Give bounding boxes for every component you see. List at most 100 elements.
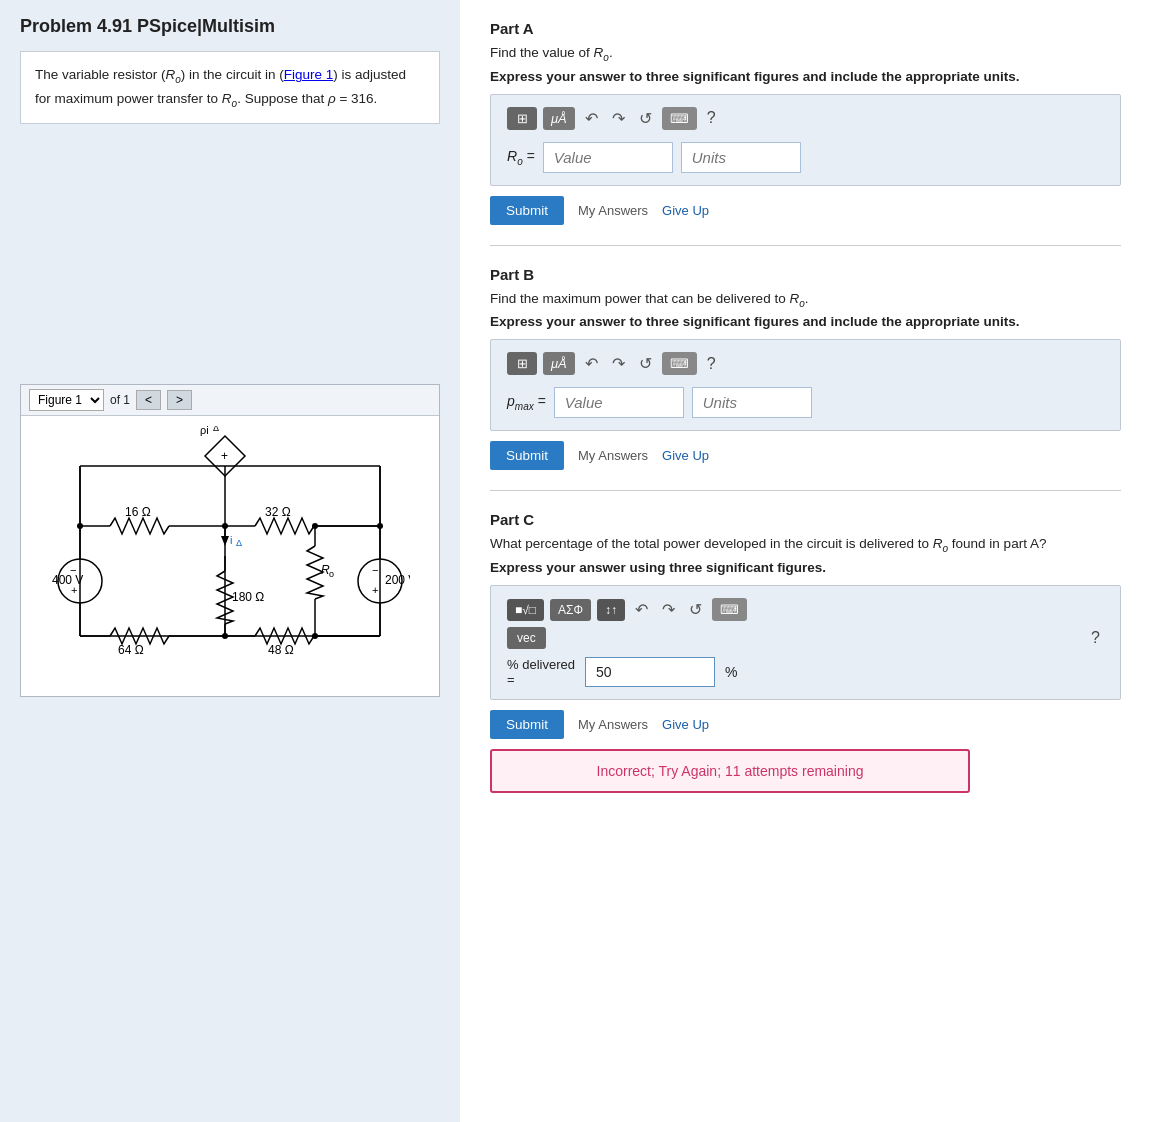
part-c-submit-btn[interactable]: Submit [490,710,564,739]
figure-prev-btn[interactable]: < [136,390,161,410]
part-a-redo-btn[interactable]: ↷ [608,107,629,130]
part-c-eq-label: % delivered= [507,657,575,687]
part-b-input-row: pmax = [507,387,1104,418]
part-c-keyboard-btn[interactable]: ⌨ [712,598,747,621]
rho-value: ρ [328,91,336,106]
part-a-units-input[interactable] [681,142,801,173]
part-a-input-row: Ro = [507,142,1104,173]
svg-point-30 [312,523,318,529]
ro-symbol: Ro [166,67,181,82]
part-c-answer-box: ■√□ AΣΦ ↕↑ ↶ ↷ ↺ ⌨ vec ? % delivered= % [490,585,1121,700]
r48-label: 48 Ω [268,643,294,657]
part-c-toolbar-row2: vec ? [507,627,1104,649]
part-c-arrows-btn[interactable]: ↕↑ [597,599,625,621]
part-b-value-input[interactable] [554,387,684,418]
part-a-refresh-btn[interactable]: ↺ [635,107,656,130]
figure-of: of 1 [110,393,130,407]
part-a-toolbar: ⊞ μÅ ↶ ↷ ↺ ⌨ ? [507,107,1104,130]
part-a-mu-btn[interactable]: μÅ [543,107,575,130]
idelta-sub: Δ [236,538,242,548]
part-c-value-input[interactable] [585,657,715,687]
figure-content: + ρi Δ 16 Ω 32 [21,416,439,696]
part-a-help-btn[interactable]: ? [703,107,720,129]
part-b-undo-btn[interactable]: ↶ [581,352,602,375]
part-b-ro: Ro [789,291,804,306]
r16-label: 16 Ω [125,505,151,519]
part-b-answer-box: ⊞ μÅ ↶ ↷ ↺ ⌨ ? pmax = [490,339,1121,431]
part-c-title: Part C [490,511,1121,528]
part-a-ro: Ro [594,45,609,60]
ro-sub-label: o [329,569,334,579]
circuit-diagram: + ρi Δ 16 Ω 32 [50,426,410,686]
svg-marker-21 [221,536,229,546]
figure-select[interactable]: Figure 1 [29,389,104,411]
part-b-grid-btn[interactable]: ⊞ [507,352,537,375]
part-a-title: Part A [490,20,1121,37]
incorrect-message: Incorrect; Try Again; 11 attempts remain… [490,749,970,793]
part-a-instruction: Find the value of Ro. [490,45,1121,63]
part-c-instruction-bold: Express your answer using three signific… [490,560,1121,575]
idelta-label: i [230,534,232,546]
part-a-my-answers[interactable]: My Answers [578,203,648,218]
v200-minus: − [372,564,378,576]
part-c-refresh-btn[interactable]: ↺ [685,598,706,621]
dep-source-plus: + [221,449,228,463]
part-b-redo-btn[interactable]: ↷ [608,352,629,375]
part-c-ro: Ro [933,536,948,551]
part-c-instruction: What percentage of the total power devel… [490,536,1121,554]
figure1-link[interactable]: Figure 1 [284,67,334,82]
part-c-input-row: % delivered= % [507,657,1104,687]
dep-source-label: ρi [200,426,209,436]
part-c-vec-btn[interactable]: vec [507,627,546,649]
part-a-keyboard-btn[interactable]: ⌨ [662,107,697,130]
description-text: The variable resistor (Ro) in the circui… [35,67,406,106]
r64-label: 64 Ω [118,643,144,657]
part-b-submit-btn[interactable]: Submit [490,441,564,470]
part-c-give-up[interactable]: Give Up [662,717,709,732]
right-panel: Part A Find the value of Ro. Express you… [460,0,1151,1122]
ro-symbol2: Ro [222,91,237,106]
part-a-submit-btn[interactable]: Submit [490,196,564,225]
part-c-redo-btn[interactable]: ↷ [658,598,679,621]
part-b-help-btn[interactable]: ? [703,353,720,375]
part-b-refresh-btn[interactable]: ↺ [635,352,656,375]
part-b-instruction: Find the maximum power that can be deliv… [490,291,1121,309]
part-a-instruction-bold: Express your answer to three significant… [490,69,1121,84]
part-b-give-up[interactable]: Give Up [662,448,709,463]
figure-box: Figure 1 of 1 < > [20,384,440,697]
part-b-keyboard-btn[interactable]: ⌨ [662,352,697,375]
svg-point-33 [377,523,383,529]
part-b-section: Part B Find the maximum power that can b… [490,266,1121,492]
part-a-grid-btn[interactable]: ⊞ [507,107,537,130]
part-b-action-row: Submit My Answers Give Up [490,441,1121,470]
part-a-value-input[interactable] [543,142,673,173]
part-c-percent: % [725,664,737,680]
figure-header: Figure 1 of 1 < > [21,385,439,416]
svg-point-28 [222,523,228,529]
v400-label: 400 V [52,573,83,587]
r180-label: 180 Ω [232,590,264,604]
part-a-section: Part A Find the value of Ro. Express you… [490,20,1121,246]
part-a-action-row: Submit My Answers Give Up [490,196,1121,225]
part-b-mu-btn[interactable]: μÅ [543,352,575,375]
left-panel: Problem 4.91 PSpice|Multisim The variabl… [0,0,460,1122]
part-c-help-btn[interactable]: ? [1087,627,1104,649]
part-a-undo-btn[interactable]: ↶ [581,107,602,130]
part-a-give-up[interactable]: Give Up [662,203,709,218]
part-b-title: Part B [490,266,1121,283]
part-b-instruction-bold: Express your answer to three significant… [490,314,1121,329]
part-b-toolbar: ⊞ μÅ ↶ ↷ ↺ ⌨ ? [507,352,1104,375]
part-b-eq-label: pmax = [507,393,546,412]
figure-next-btn[interactable]: > [167,390,192,410]
part-c-my-answers[interactable]: My Answers [578,717,648,732]
part-c-asigma-btn[interactable]: AΣΦ [550,599,591,621]
part-c-sqrt-btn[interactable]: ■√□ [507,599,544,621]
part-c-undo-btn[interactable]: ↶ [631,598,652,621]
part-b-units-input[interactable] [692,387,812,418]
part-c-toolbar-row1: ■√□ AΣΦ ↕↑ ↶ ↷ ↺ ⌨ [507,598,1104,621]
part-c-section: Part C What percentage of the total powe… [490,511,1121,813]
problem-title: Problem 4.91 PSpice|Multisim [20,16,440,37]
part-b-my-answers[interactable]: My Answers [578,448,648,463]
v200-label: 200 V [385,573,410,587]
problem-description: The variable resistor (Ro) in the circui… [20,51,440,124]
